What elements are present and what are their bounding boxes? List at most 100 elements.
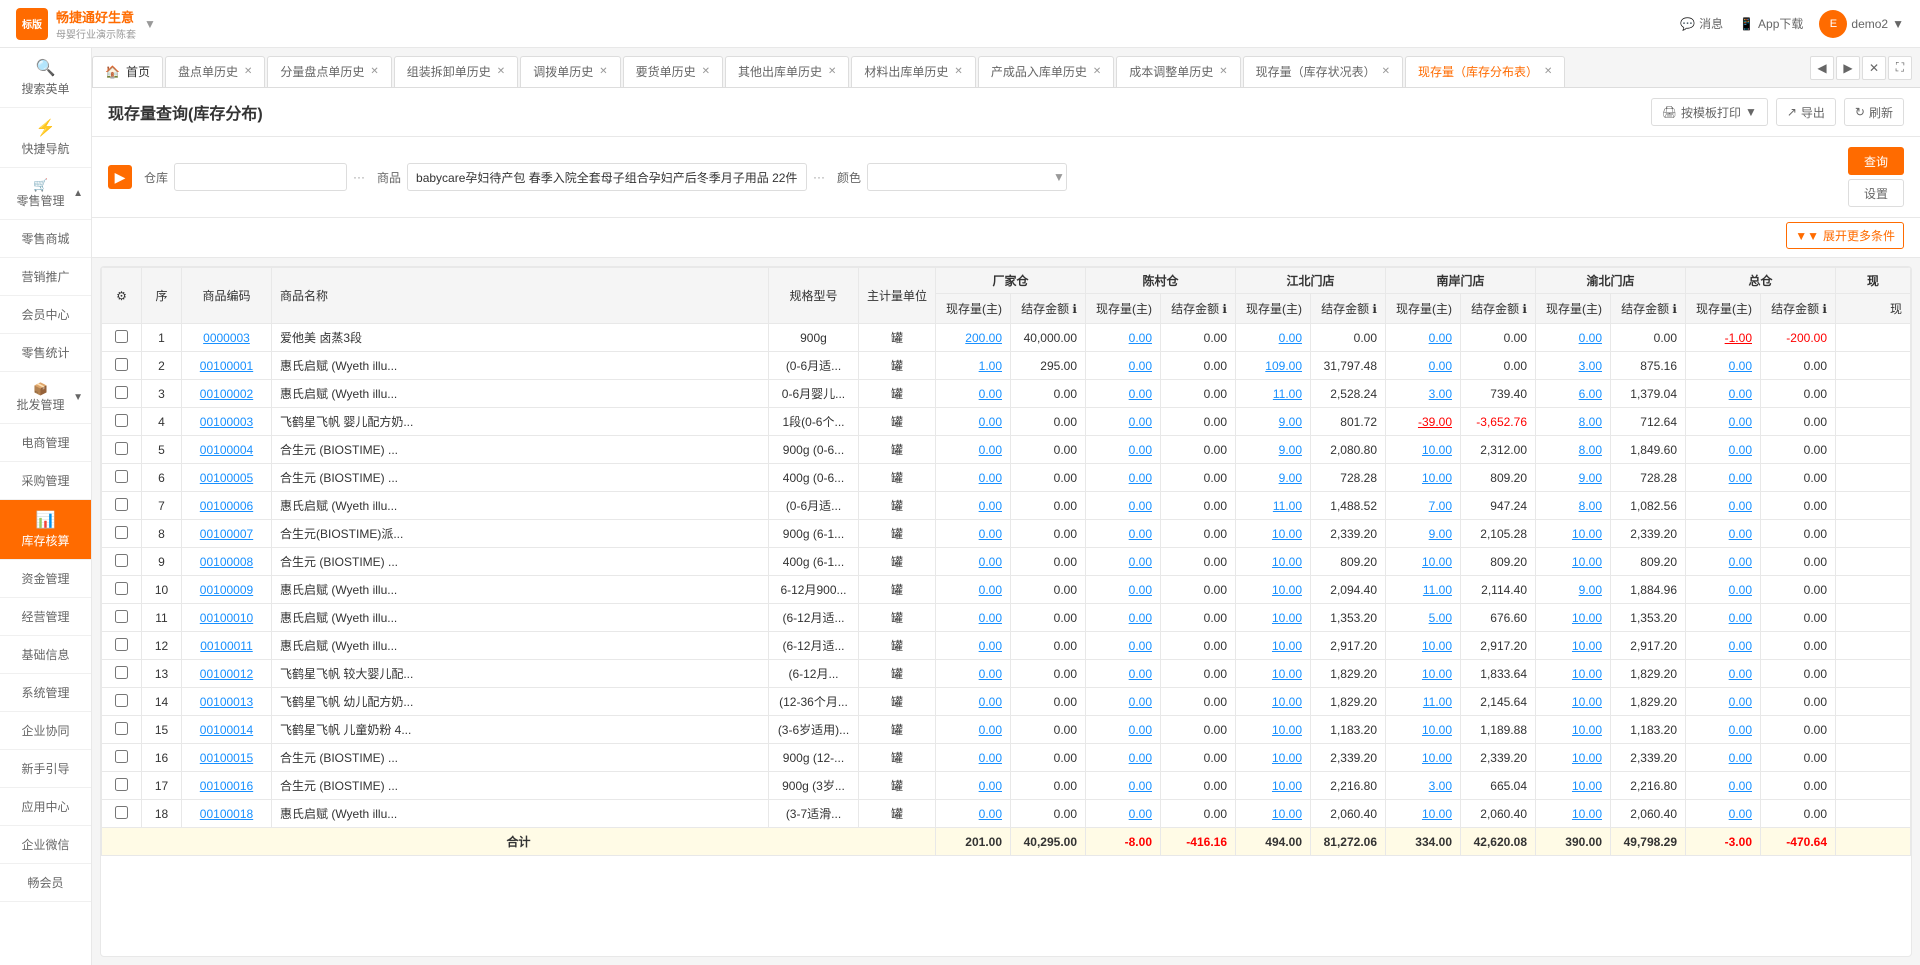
row-checkbox[interactable] xyxy=(102,800,142,828)
row-na-stock: 10.00 xyxy=(1386,660,1461,688)
close-icon[interactable]: ✕ xyxy=(1382,66,1390,77)
row-f-amount: 0.00 xyxy=(1011,436,1086,464)
tab-cost-adjust[interactable]: 成本调整单历史 ✕ xyxy=(1116,56,1240,88)
sidebar-item-search[interactable]: 🔍 搜索英单 xyxy=(0,48,91,108)
tab-transfer[interactable]: 调拨单历史 ✕ xyxy=(520,56,620,88)
sidebar-item-inventory[interactable]: 📊 库存核算 xyxy=(0,500,91,560)
row-checkbox[interactable] xyxy=(102,492,142,520)
row-f-stock: 0.00 xyxy=(936,408,1011,436)
row-checkbox[interactable] xyxy=(102,464,142,492)
page-title: 现存量查询(库存分布) xyxy=(108,100,263,124)
close-icon[interactable]: ✕ xyxy=(954,66,962,77)
sidebar-item-basic[interactable]: 基础信息 xyxy=(0,636,91,674)
sidebar-item-member[interactable]: 会员中心 xyxy=(0,296,91,334)
row-checkbox[interactable] xyxy=(102,408,142,436)
sidebar-item-wholesale[interactable]: 📦 批发管理 ▼ xyxy=(0,372,91,424)
close-icon[interactable]: ✕ xyxy=(370,66,378,77)
close-icon[interactable]: ✕ xyxy=(1544,66,1552,77)
row-checkbox[interactable] xyxy=(102,772,142,800)
sidebar-item-ops[interactable]: 经营管理 xyxy=(0,598,91,636)
industry-dropdown-icon[interactable]: ▼ xyxy=(144,17,156,31)
warehouse-dots[interactable]: ··· xyxy=(353,170,365,184)
close-icon[interactable]: ✕ xyxy=(244,66,252,77)
row-checkbox[interactable] xyxy=(102,744,142,772)
tab-out-history[interactable]: 其他出库单历史 ✕ xyxy=(725,56,849,88)
settings-config-btn[interactable]: 设置 xyxy=(1848,179,1904,207)
row-checkbox[interactable] xyxy=(102,380,142,408)
sidebar-item-ecommerce[interactable]: 电商管理 xyxy=(0,424,91,462)
tab-assemble[interactable]: 组装拆卸单历史 ✕ xyxy=(394,56,518,88)
row-jb-amount: 0.00 xyxy=(1311,324,1386,352)
sidebar-item-finance[interactable]: 资金管理 xyxy=(0,560,91,598)
tab-label: 组装拆卸单历史 xyxy=(407,63,491,80)
tab-inventory-check[interactable]: 盘点单历史 ✕ xyxy=(165,56,265,88)
tab-label: 现存量（库存状况表） xyxy=(1256,63,1376,80)
sidebar-item-appstore[interactable]: 应用中心 xyxy=(0,788,91,826)
tab-product-in[interactable]: 产成品入库单历史 ✕ xyxy=(978,56,1114,88)
row-jb-amount: 809.20 xyxy=(1311,548,1386,576)
close-icon[interactable]: ✕ xyxy=(497,66,505,77)
sidebar-item-guide[interactable]: 新手引导 xyxy=(0,750,91,788)
print-btn[interactable]: 🖨 按模板打印 ▼ xyxy=(1651,98,1768,126)
sidebar-item-corp[interactable]: 企业协同 xyxy=(0,712,91,750)
tab-next-btn[interactable]: ▶ xyxy=(1836,56,1860,80)
sidebar-item-member2[interactable]: 畅会员 xyxy=(0,864,91,902)
close-icon[interactable]: ✕ xyxy=(599,66,607,77)
tab-prev-btn[interactable]: ◀ xyxy=(1810,56,1834,80)
expand-more-btn[interactable]: ▼▼ 展开更多条件 xyxy=(1786,222,1904,249)
row-checkbox[interactable] xyxy=(102,632,142,660)
close-icon[interactable]: ✕ xyxy=(702,66,710,77)
query-btn[interactable]: 查询 xyxy=(1848,147,1904,175)
export-btn[interactable]: ↗ 导出 xyxy=(1776,98,1836,126)
tab-home[interactable]: 🏠 首页 xyxy=(92,56,163,88)
row-checkbox[interactable] xyxy=(102,688,142,716)
sidebar-item-nav[interactable]: ⚡ 快捷导航 xyxy=(0,108,91,168)
row-t-amount: 0.00 xyxy=(1761,772,1836,800)
sidebar-item-retail-stat[interactable]: 零售统计 xyxy=(0,334,91,372)
tab-fullscreen-btn[interactable]: ⛶ xyxy=(1888,56,1912,80)
row-checkbox[interactable] xyxy=(102,576,142,604)
row-name: 惠氏启赋 (Wyeth illu... xyxy=(272,800,769,828)
row-checkbox[interactable] xyxy=(102,352,142,380)
sidebar-item-retail-store[interactable]: 零售商城 xyxy=(0,220,91,258)
row-code: 00100012 xyxy=(182,660,272,688)
goods-filter: 商品 ··· xyxy=(377,163,825,191)
filter-toggle-btn[interactable]: ▶ xyxy=(108,165,132,189)
goods-dots[interactable]: ··· xyxy=(813,170,825,184)
tab-material-out[interactable]: 材料出库单历史 ✕ xyxy=(851,56,975,88)
tab-sub-inventory[interactable]: 分量盘点单历史 ✕ xyxy=(267,56,391,88)
message-btn[interactable]: 💬 消息 xyxy=(1680,15,1723,32)
settings-icon[interactable]: ⚙ xyxy=(112,286,132,306)
row-checkbox[interactable] xyxy=(102,520,142,548)
sidebar-item-wechat[interactable]: 企业微信 xyxy=(0,826,91,864)
user-area[interactable]: E demo2 ▼ xyxy=(1819,10,1904,38)
row-jb-stock: 9.00 xyxy=(1236,464,1311,492)
color-dropdown[interactable]: ▼ xyxy=(1053,170,1065,184)
row-checkbox[interactable] xyxy=(102,604,142,632)
row-checkbox[interactable] xyxy=(102,436,142,464)
tab-close-btn[interactable]: ✕ xyxy=(1862,56,1886,80)
row-checkbox[interactable] xyxy=(102,716,142,744)
row-checkbox[interactable] xyxy=(102,548,142,576)
tab-request[interactable]: 要货单历史 ✕ xyxy=(623,56,723,88)
tab-stock-status[interactable]: 现存量（库存状况表） ✕ xyxy=(1243,56,1403,88)
sidebar-item-retail-mgmt[interactable]: 🛒 零售管理 ▲ xyxy=(0,168,91,220)
color-input[interactable] xyxy=(867,163,1067,191)
close-icon[interactable]: ✕ xyxy=(1093,66,1101,77)
row-checkbox[interactable] xyxy=(102,324,142,352)
app-download-btn[interactable]: 📱 App下载 xyxy=(1739,15,1803,32)
warehouse-input[interactable] xyxy=(174,163,347,191)
refresh-btn[interactable]: ↻ 刷新 xyxy=(1844,98,1904,126)
goods-input[interactable] xyxy=(407,163,807,191)
row-checkbox[interactable] xyxy=(102,660,142,688)
row-yb-amount: 1,379.04 xyxy=(1611,380,1686,408)
row-name: 飞鹤星飞帆 婴儿配方奶... xyxy=(272,408,769,436)
sidebar-item-system[interactable]: 系统管理 xyxy=(0,674,91,712)
row-c-amount: 0.00 xyxy=(1161,380,1236,408)
tab-stock-dist[interactable]: 现存量（库存分布表） ✕ xyxy=(1405,56,1565,88)
close-icon[interactable]: ✕ xyxy=(1219,66,1227,77)
row-yb-stock: 8.00 xyxy=(1536,436,1611,464)
close-icon[interactable]: ✕ xyxy=(828,66,836,77)
sidebar-item-purchase[interactable]: 采购管理 xyxy=(0,462,91,500)
sidebar-item-marketing[interactable]: 营销推广 xyxy=(0,258,91,296)
